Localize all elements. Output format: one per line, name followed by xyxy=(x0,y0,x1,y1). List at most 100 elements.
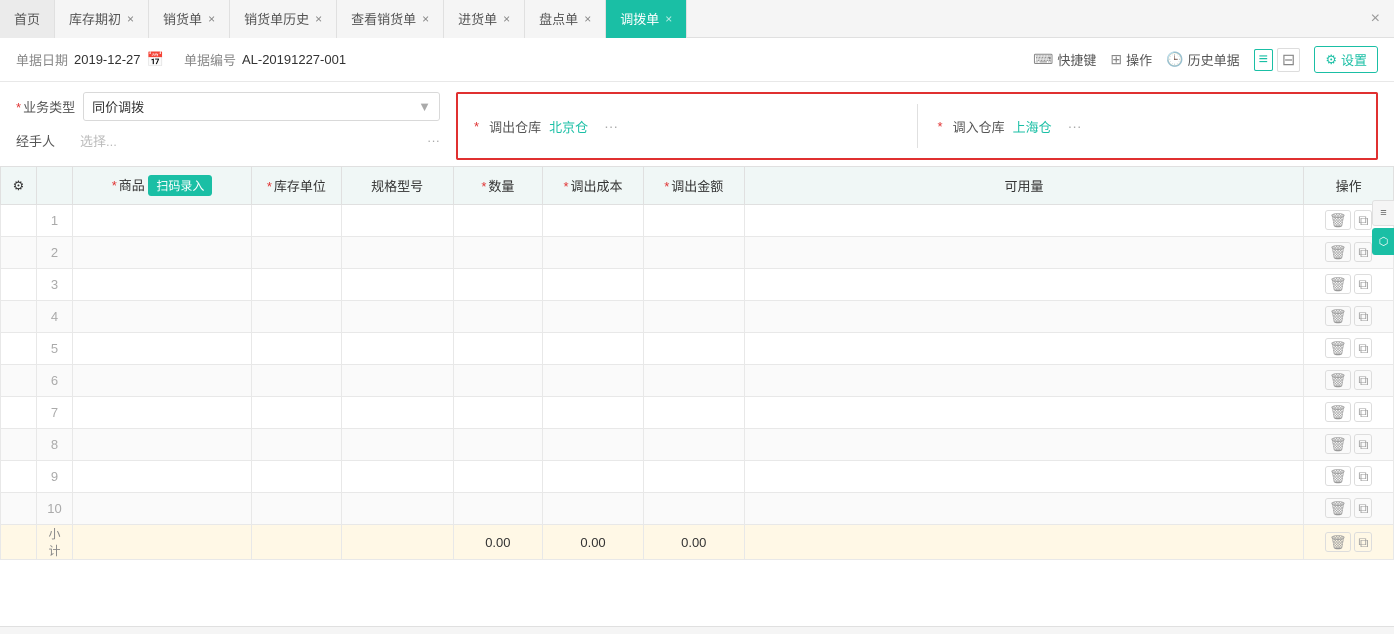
tab-sales-history[interactable]: 销货单历史 × xyxy=(230,0,337,38)
tab-inventory-init[interactable]: 库存期初 × xyxy=(55,0,149,38)
tab-inventory-check-close[interactable]: × xyxy=(584,12,591,26)
row-amount xyxy=(643,269,744,301)
col-gear[interactable]: ⚙ xyxy=(1,167,37,205)
row-qty: 0.00 xyxy=(453,525,543,560)
window-close-button[interactable]: × xyxy=(1357,10,1394,28)
tab-sales-order-close[interactable]: × xyxy=(208,12,215,26)
row-seq: 4 xyxy=(37,301,73,333)
copy-icon[interactable]: ⧉ xyxy=(1354,532,1372,552)
table-row: 3 🗑 ⧉ xyxy=(1,269,1394,301)
tab-view-sales[interactable]: 查看销货单 × xyxy=(337,0,444,38)
scan-button[interactable]: 扫码录入 xyxy=(148,175,212,196)
calendar-icon[interactable]: 📅 xyxy=(147,51,164,68)
row-cost xyxy=(543,461,644,493)
delete-icon[interactable]: 🗑 xyxy=(1325,210,1351,230)
row-product[interactable] xyxy=(73,205,252,237)
bottom-scroll xyxy=(0,626,1394,634)
row-available xyxy=(744,461,1304,493)
delete-icon[interactable]: 🗑 xyxy=(1325,242,1351,262)
row-qty xyxy=(453,269,543,301)
settings-button[interactable]: ⚙ 设置 xyxy=(1314,46,1378,73)
tab-home[interactable]: 首页 xyxy=(0,0,55,38)
delete-icon[interactable]: 🗑 xyxy=(1325,274,1351,294)
copy-icon[interactable]: ⧉ xyxy=(1354,402,1372,422)
tab-sales-history-close[interactable]: × xyxy=(315,12,322,26)
tab-sales-order[interactable]: 销货单 × xyxy=(149,0,230,38)
gear-icon[interactable]: ⚙ xyxy=(13,178,25,193)
row-product[interactable] xyxy=(73,333,252,365)
copy-icon[interactable]: ⧉ xyxy=(1354,338,1372,358)
right-float-expand-btn[interactable]: ⬡ xyxy=(1372,228,1394,255)
row-product[interactable] xyxy=(73,525,252,560)
col-amount-label: 调出金额 xyxy=(671,179,723,194)
in-warehouse-more-icon[interactable]: ··· xyxy=(1068,118,1082,134)
row-product[interactable] xyxy=(73,493,252,525)
tab-inventory-check[interactable]: 盘点单 × xyxy=(525,0,606,38)
tab-purchase[interactable]: 进货单 × xyxy=(444,0,525,38)
row-seq: 2 xyxy=(37,237,73,269)
col-qty: *数量 xyxy=(453,167,543,205)
row-op: 🗑 ⧉ xyxy=(1304,333,1394,365)
delete-icon[interactable]: 🗑 xyxy=(1325,532,1351,552)
delete-icon[interactable]: 🗑 xyxy=(1325,434,1351,454)
copy-icon[interactable]: ⧉ xyxy=(1354,242,1372,262)
list-view-icon[interactable]: ≡ xyxy=(1254,49,1273,71)
out-warehouse-field: * 调出仓库 北京仓 ··· xyxy=(474,117,897,136)
person-more-icon[interactable]: ··· xyxy=(427,133,440,148)
row-spec xyxy=(341,461,453,493)
copy-icon[interactable]: ⧉ xyxy=(1354,210,1372,230)
row-cost xyxy=(543,397,644,429)
row-product[interactable] xyxy=(73,429,252,461)
delete-icon[interactable]: 🗑 xyxy=(1325,402,1351,422)
row-qty xyxy=(453,461,543,493)
tab-transfer-close[interactable]: × xyxy=(665,12,672,26)
required-star-1: * xyxy=(16,100,21,115)
tab-inventory-init-close[interactable]: × xyxy=(127,12,134,26)
row-cost xyxy=(543,493,644,525)
row-product[interactable] xyxy=(73,365,252,397)
delete-icon[interactable]: 🗑 xyxy=(1325,338,1351,358)
col-qty-label: 数量 xyxy=(488,179,514,194)
history-button[interactable]: 🕒 历史单据 xyxy=(1166,50,1239,69)
row-product[interactable] xyxy=(73,237,252,269)
tab-purchase-close[interactable]: × xyxy=(503,12,510,26)
person-placeholder[interactable]: 选择... xyxy=(80,131,117,150)
table-row: 9 🗑 ⧉ xyxy=(1,461,1394,493)
row-product[interactable] xyxy=(73,397,252,429)
delete-icon[interactable]: 🗑 xyxy=(1325,466,1351,486)
delete-icon[interactable]: 🗑 xyxy=(1325,370,1351,390)
row-unit xyxy=(252,237,342,269)
copy-icon[interactable]: ⧉ xyxy=(1354,434,1372,454)
person-row: 经手人 选择... ··· xyxy=(16,131,440,150)
delete-icon[interactable]: 🗑 xyxy=(1325,306,1351,326)
delete-icon[interactable]: 🗑 xyxy=(1325,498,1351,518)
split-view-icon[interactable]: ⊟ xyxy=(1277,48,1300,72)
business-type-select[interactable]: 同价调拨 ▼ xyxy=(83,92,440,121)
row-cost: 0.00 xyxy=(543,525,644,560)
copy-icon[interactable]: ⧉ xyxy=(1354,498,1372,518)
copy-icon[interactable]: ⧉ xyxy=(1354,370,1372,390)
out-warehouse-value[interactable]: 北京仓 xyxy=(549,117,588,136)
actions-button[interactable]: ⊞ 操作 xyxy=(1110,50,1152,69)
row-available xyxy=(744,269,1304,301)
row-amount xyxy=(643,237,744,269)
row-product[interactable] xyxy=(73,301,252,333)
row-product[interactable] xyxy=(73,461,252,493)
row-spec xyxy=(341,237,453,269)
in-warehouse-value[interactable]: 上海仓 xyxy=(1013,117,1052,136)
shortcuts-button[interactable]: ⌨ 快捷键 xyxy=(1033,50,1096,69)
row-available xyxy=(744,333,1304,365)
doc-no-value: AL-20191227-001 xyxy=(242,52,346,67)
row-cost xyxy=(543,269,644,301)
row-unit xyxy=(252,333,342,365)
copy-icon[interactable]: ⧉ xyxy=(1354,306,1372,326)
right-float-list-btn[interactable]: ≡ xyxy=(1372,200,1394,226)
row-product[interactable] xyxy=(73,269,252,301)
copy-icon[interactable]: ⧉ xyxy=(1354,466,1372,486)
out-warehouse-more-icon[interactable]: ··· xyxy=(604,118,618,134)
tab-view-sales-close[interactable]: × xyxy=(422,12,429,26)
row-op: 🗑 ⧉ xyxy=(1304,493,1394,525)
tab-transfer[interactable]: 调拨单 × xyxy=(606,0,687,38)
row-qty xyxy=(453,493,543,525)
copy-icon[interactable]: ⧉ xyxy=(1354,274,1372,294)
